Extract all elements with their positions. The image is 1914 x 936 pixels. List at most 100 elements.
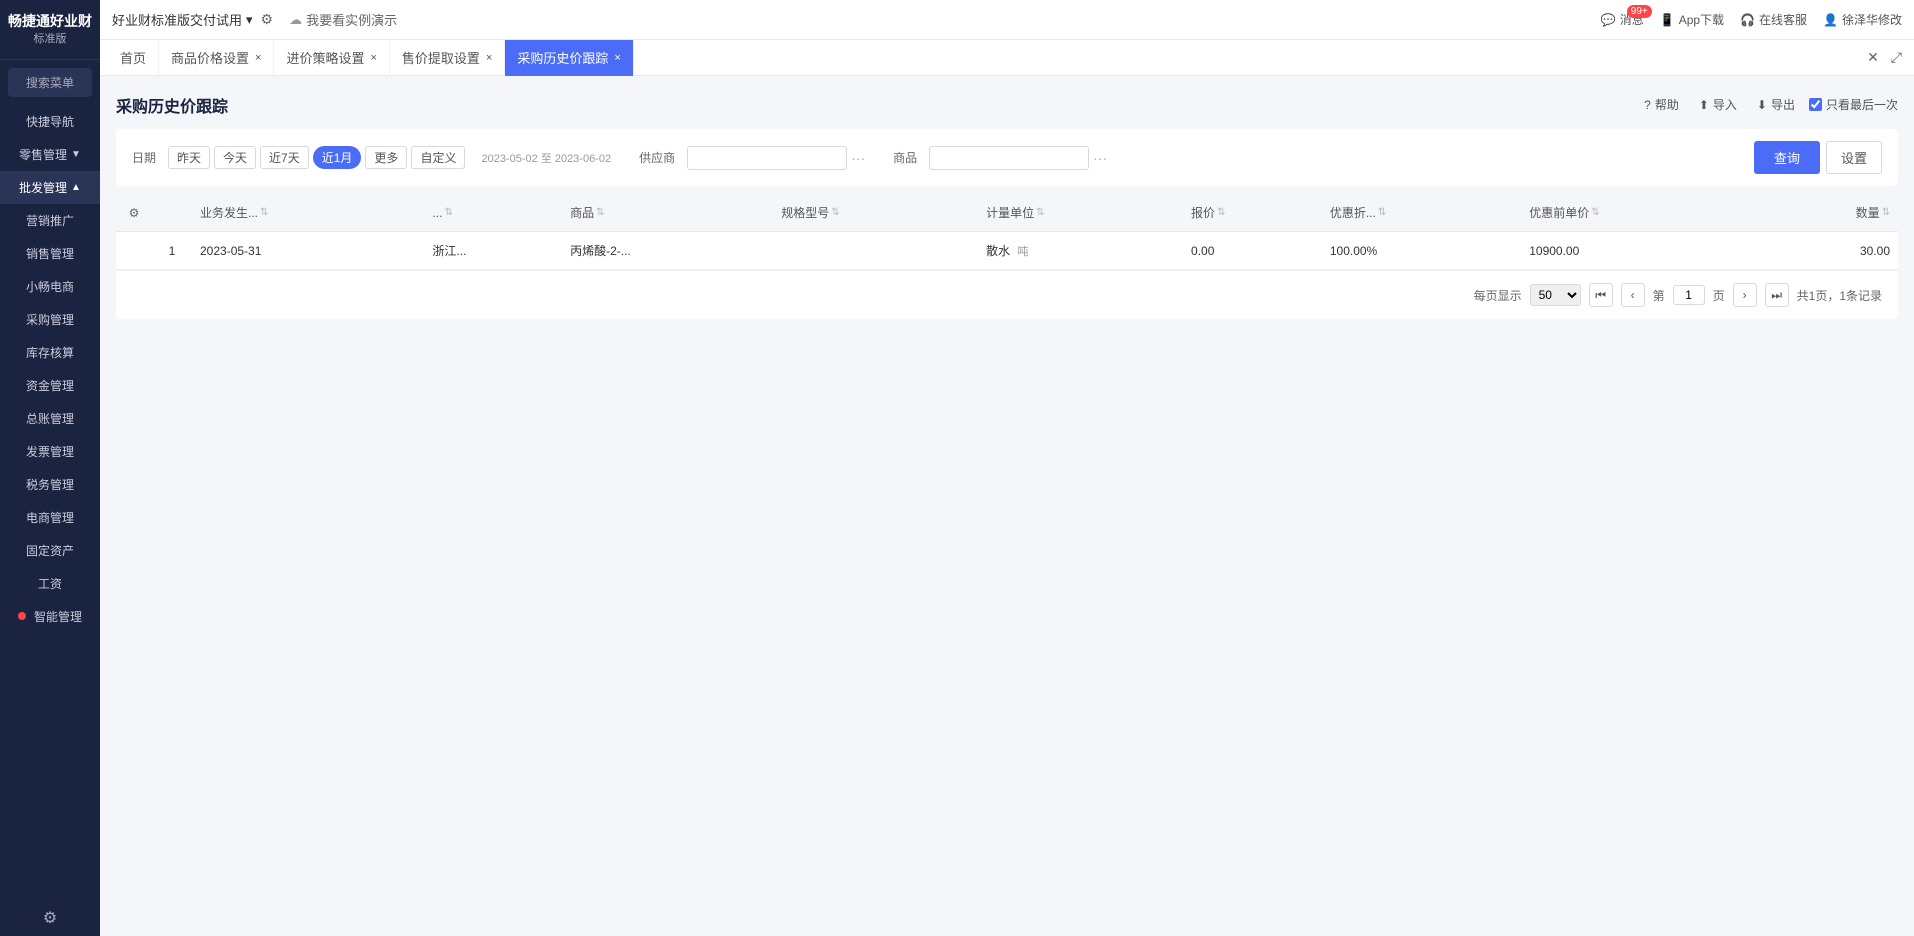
sidebar-item-marketing[interactable]: 营销推广 xyxy=(0,204,100,237)
sidebar-item-general-ledger[interactable]: 总账管理 xyxy=(0,402,100,435)
last-only-checkbox-label[interactable]: 只看最后一次 xyxy=(1809,96,1898,113)
sort-price[interactable]: 报价 ⇅ xyxy=(1191,204,1225,221)
col-header-discount[interactable]: 优惠折... ⇅ xyxy=(1322,194,1521,232)
tab-maximize-button[interactable]: ⤢ xyxy=(1887,45,1906,70)
sort-unit[interactable]: 计量单位 ⇅ xyxy=(986,204,1044,221)
tab-strategy[interactable]: 进价策略设置 × xyxy=(274,40,389,76)
tab-home[interactable]: 首页 xyxy=(108,40,159,76)
filter-actions: 查询 设置 xyxy=(1754,141,1882,174)
sort-icon-date: ⇅ xyxy=(260,207,268,218)
sort-quantity[interactable]: 数量 ⇅ xyxy=(1856,204,1890,221)
date-btn-more[interactable]: 更多 xyxy=(365,146,407,169)
filter-area: 日期 昨天 今天 近7天 近1月 更多 自定义 2023-05-02 至 202… xyxy=(116,129,1898,186)
sidebar-item-invoice[interactable]: 发票管理 xyxy=(0,435,100,468)
sidebar-item-quick-nav[interactable]: 快捷导航 xyxy=(0,105,100,138)
sort-date[interactable]: 业务发生... ⇅ xyxy=(200,204,268,221)
page-header: 采购历史价跟踪 ? 帮助 ⬆ 导入 ⬇ 导出 只看最后一次 xyxy=(116,92,1898,117)
col-header-unit[interactable]: 计量单位 ⇅ xyxy=(978,194,1183,232)
app-download-button[interactable]: 📱 App下载 xyxy=(1660,11,1724,28)
topbar: 好业财标准版交付试用 ▾ ⚙ ☁ 我要看实例演示 💬 消息 99+ 📱 App下… xyxy=(100,0,1914,40)
filter-settings-button[interactable]: 设置 xyxy=(1826,141,1882,174)
sidebar-bottom: ⚙ xyxy=(0,900,100,936)
col-header-goods[interactable]: 商品 ⇅ xyxy=(562,194,773,232)
pagination-last-button[interactable]: ⏭ xyxy=(1765,283,1789,307)
col-header-more[interactable]: ... ⇅ xyxy=(424,194,562,232)
col-header-pre-discount-price[interactable]: 优惠前单价 ⇅ xyxy=(1521,194,1759,232)
sort-goods[interactable]: 商品 ⇅ xyxy=(570,204,604,221)
sort-discount[interactable]: 优惠折... ⇅ xyxy=(1330,204,1386,221)
supplier-input[interactable] xyxy=(687,146,847,170)
tab-strategy-close-icon[interactable]: × xyxy=(370,52,376,64)
sidebar-item-tax[interactable]: 税务管理 xyxy=(0,468,100,501)
tabbar-actions: ✕ ⤢ xyxy=(1863,45,1906,70)
messages-button[interactable]: 💬 消息 99+ xyxy=(1601,11,1644,28)
date-btn-today[interactable]: 今天 xyxy=(214,146,256,169)
export-icon: ⬇ xyxy=(1757,98,1767,112)
goods-more-icon[interactable]: ··· xyxy=(1093,150,1107,166)
sidebar-item-retail[interactable]: 零售管理 ▼ xyxy=(0,138,100,171)
page-actions: ? 帮助 ⬆ 导入 ⬇ 导出 只看最后一次 xyxy=(1638,92,1898,117)
col-header-index xyxy=(152,194,192,232)
page-number-input[interactable] xyxy=(1673,285,1705,305)
pagination-first-button[interactable]: ⏮ xyxy=(1589,283,1613,307)
sort-pre-discount-price[interactable]: 优惠前单价 ⇅ xyxy=(1529,204,1599,221)
search-menu-button[interactable]: 搜索菜单 xyxy=(8,68,92,97)
user-menu-button[interactable]: 👤 徐泽华修改 xyxy=(1823,11,1902,28)
last-only-checkbox[interactable] xyxy=(1809,98,1822,111)
import-button[interactable]: ⬆ 导入 xyxy=(1693,92,1743,117)
goods-input[interactable] xyxy=(929,146,1089,170)
sort-icon-goods: ⇅ xyxy=(596,207,604,218)
chevron-up-icon: ▲ xyxy=(71,182,81,193)
table-header: ⚙ 业务发生... ⇅ ... ⇅ xyxy=(116,194,1898,232)
sort-icon-discount: ⇅ xyxy=(1378,207,1386,218)
online-service-button[interactable]: 🎧 在线客服 xyxy=(1740,11,1807,28)
data-table: ⚙ 业务发生... ⇅ ... ⇅ xyxy=(116,194,1898,270)
col-header-date[interactable]: 业务发生... ⇅ xyxy=(192,194,424,232)
tab-history-price[interactable]: 采购历史价跟踪 × xyxy=(505,40,633,76)
sidebar-item-fixed-assets[interactable]: 固定资产 xyxy=(0,534,100,567)
sort-more[interactable]: ... ⇅ xyxy=(432,206,452,220)
pagination-next-button[interactable]: › xyxy=(1733,283,1757,307)
sidebar-search[interactable]: 搜索菜单 xyxy=(0,60,100,105)
help-button[interactable]: ? 帮助 xyxy=(1638,92,1685,117)
tab-price[interactable]: 商品价格设置 × xyxy=(159,40,274,76)
supplier-more-icon[interactable]: ··· xyxy=(851,150,865,166)
date-btn-custom[interactable]: 自定义 xyxy=(411,146,465,169)
date-btn-yesterday[interactable]: 昨天 xyxy=(168,146,210,169)
date-btn-7days[interactable]: 近7天 xyxy=(260,146,309,169)
pagination-prev-button[interactable]: ‹ xyxy=(1621,283,1645,307)
version-selector[interactable]: 好业财标准版交付试用 ▾ xyxy=(112,10,253,29)
sidebar-item-payroll[interactable]: 工资 xyxy=(0,567,100,600)
sidebar-item-finance[interactable]: 资金管理 xyxy=(0,369,100,402)
sidebar-item-smart[interactable]: 智能管理 xyxy=(0,600,100,633)
tab-history-price-label: 采购历史价跟踪 xyxy=(517,48,608,67)
settings-icon[interactable]: ⚙ xyxy=(43,910,57,927)
sidebar-item-ecommerce[interactable]: 电商管理 xyxy=(0,501,100,534)
sort-spec[interactable]: 规格型号 ⇅ xyxy=(781,204,839,221)
tab-price-close-icon[interactable]: × xyxy=(255,52,261,64)
demo-button[interactable]: ☁ 我要看实例演示 xyxy=(289,10,397,29)
tab-sale-price-close-icon[interactable]: × xyxy=(486,52,492,64)
per-page-select[interactable]: 50 20 100 200 xyxy=(1530,284,1581,306)
sidebar-item-inventory[interactable]: 库存核算 xyxy=(0,336,100,369)
tab-sale-price[interactable]: 售价提取设置 × xyxy=(390,40,505,76)
table-settings-icon[interactable]: ⚙ xyxy=(129,206,140,220)
col-header-quantity[interactable]: 数量 ⇅ xyxy=(1759,194,1898,232)
sidebar-item-purchase[interactable]: 采购管理 xyxy=(0,303,100,336)
demo-label: 我要看实例演示 xyxy=(306,10,397,29)
sidebar-item-wholesale[interactable]: 批发管理 ▲ xyxy=(0,171,100,204)
col-header-price[interactable]: 报价 ⇅ xyxy=(1183,194,1322,232)
version-label: 好业财标准版交付试用 xyxy=(112,10,242,29)
user-avatar-icon: 👤 xyxy=(1823,13,1838,27)
sidebar-item-sales[interactable]: 销售管理 xyxy=(0,237,100,270)
tab-history-price-close-icon[interactable]: × xyxy=(614,52,620,64)
query-button[interactable]: 查询 xyxy=(1754,141,1820,174)
message-icon: 💬 xyxy=(1601,13,1616,27)
date-btn-1month[interactable]: 近1月 xyxy=(313,146,362,169)
col-header-spec[interactable]: 规格型号 ⇅ xyxy=(773,194,978,232)
tab-close-button[interactable]: ✕ xyxy=(1863,45,1883,70)
sidebar-item-ecommerce-small[interactable]: 小畅电商 xyxy=(0,270,100,303)
sort-icon-pre-discount-price: ⇅ xyxy=(1591,207,1599,218)
export-button[interactable]: ⬇ 导出 xyxy=(1751,92,1801,117)
topbar-settings-icon[interactable]: ⚙ xyxy=(261,11,274,28)
